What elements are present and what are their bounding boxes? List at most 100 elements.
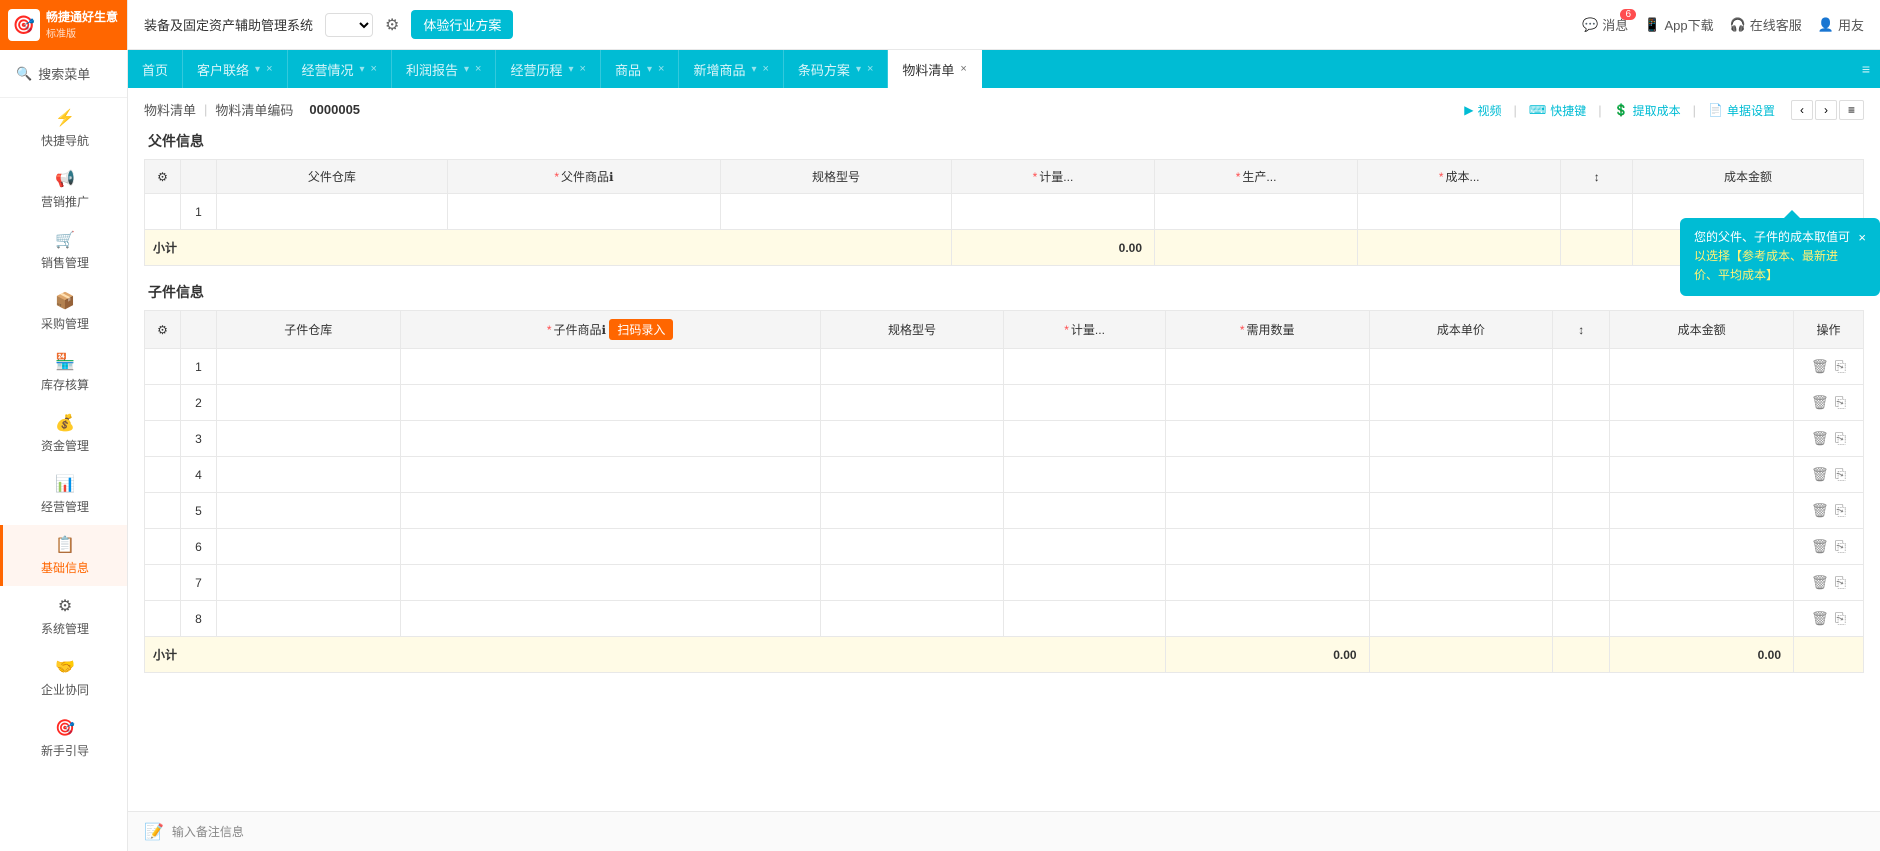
child-row-gear <box>145 493 181 529</box>
tab-barcode[interactable]: 条码方案 ▾ × <box>784 50 888 88</box>
delete-icon[interactable]: 🗑 <box>1811 574 1829 591</box>
sidebar-item-guide[interactable]: 🎯 新手引导 <box>0 708 127 769</box>
copy-icon[interactable]: ⎘ <box>1835 610 1846 627</box>
copy-icon[interactable]: ⎘ <box>1835 574 1846 591</box>
child-row-qty[interactable] <box>1165 349 1369 385</box>
parent-row-warehouse[interactable] <box>217 194 448 230</box>
tab-goods[interactable]: 商品 ▾ × <box>601 50 679 88</box>
tab-customer[interactable]: 客户联络 ▾ × <box>183 50 287 88</box>
delete-icon[interactable]: 🗑 <box>1811 358 1829 375</box>
tooltip-close-button[interactable]: × <box>1858 228 1866 249</box>
sidebar-item-operations[interactable]: 📊 经营管理 <box>0 464 127 525</box>
copy-icon[interactable]: ⎘ <box>1835 358 1846 375</box>
copy-icon[interactable]: ⎘ <box>1835 466 1846 483</box>
tab-close-icon[interactable]: × <box>475 63 481 75</box>
tab-operations[interactable]: 经营情况 ▾ × <box>288 50 392 88</box>
gear-icon[interactable]: ⚙ <box>385 15 399 35</box>
delete-icon[interactable]: 🗑 <box>1811 466 1829 483</box>
parent-th-produce: *生产... <box>1155 160 1358 194</box>
copy-icon[interactable]: ⎘ <box>1835 538 1846 555</box>
tab-close-icon[interactable]: × <box>266 63 272 75</box>
child-row-unit[interactable] <box>1004 349 1166 385</box>
setting-action[interactable]: 📄 单据设置 <box>1708 102 1775 119</box>
delete-icon[interactable]: 🗑 <box>1811 430 1829 447</box>
parent-row-produce[interactable] <box>1155 194 1358 230</box>
child-row-spec[interactable] <box>820 349 1004 385</box>
trial-button[interactable]: 体验行业方案 <box>411 10 513 39</box>
search-menu-button[interactable]: 🔍 搜索菜单 <box>8 58 119 89</box>
child-row-unit-cost[interactable] <box>1369 349 1553 385</box>
child-row-warehouse[interactable] <box>217 349 401 385</box>
copy-icon[interactable]: ⎘ <box>1835 394 1846 411</box>
parent-th-goods: *父件商品ℹ <box>447 160 720 194</box>
child-row-warehouse[interactable] <box>217 385 401 421</box>
shortcut-action[interactable]: ⌨ 快捷键 <box>1529 102 1586 119</box>
purchase-icon: 📦 <box>55 291 75 311</box>
parent-th-gear[interactable]: ⚙ <box>145 160 181 194</box>
child-row-unit[interactable] <box>1004 385 1166 421</box>
sidebar-item-system[interactable]: ⚙ 系统管理 <box>0 586 127 647</box>
nav-prev-button[interactable]: ‹ <box>1791 100 1813 120</box>
parent-row-spec[interactable] <box>721 194 952 230</box>
copy-icon[interactable]: ⎘ <box>1835 502 1846 519</box>
app-download-label: App下载 <box>1664 15 1713 34</box>
child-row-unit-cost[interactable] <box>1369 385 1553 421</box>
scan-input-button[interactable]: 扫码录入 <box>609 319 673 340</box>
copy-icon[interactable]: ⎘ <box>1835 430 1846 447</box>
sidebar-item-quick-nav[interactable]: ⚡ 快捷导航 <box>0 98 127 159</box>
online-service-button[interactable]: 🎧 在线客服 <box>1730 15 1802 34</box>
parent-row-cost[interactable] <box>1358 194 1561 230</box>
inventory-icon: 🏪 <box>55 352 75 372</box>
delete-icon[interactable]: 🗑 <box>1811 610 1829 627</box>
tab-home[interactable]: 首页 <box>128 50 183 88</box>
table-row: 5 🗑⎘ <box>145 493 1864 529</box>
tab-close-icon[interactable]: × <box>658 63 664 75</box>
sidebar-item-marketing[interactable]: 📢 营销推广 <box>0 159 127 220</box>
tab-new-goods[interactable]: 新增商品 ▾ × <box>679 50 783 88</box>
system-select[interactable] <box>325 13 373 37</box>
close-all-tabs-button[interactable]: ≡ <box>1852 50 1880 88</box>
parent-row-goods[interactable] <box>447 194 720 230</box>
tab-history[interactable]: 经营历程 ▾ × <box>496 50 600 88</box>
tab-close-icon[interactable]: × <box>580 63 586 75</box>
phone-icon: 📱 <box>1644 17 1660 33</box>
child-row-spec[interactable] <box>820 385 1004 421</box>
breadcrumb-doc-code: 0000005 <box>309 102 360 117</box>
sidebar-item-inventory[interactable]: 🏪 库存核算 <box>0 342 127 403</box>
message-button[interactable]: 💬 消息 6 <box>1582 15 1628 34</box>
delete-icon[interactable]: 🗑 <box>1811 394 1829 411</box>
table-row: 7 🗑⎘ <box>145 565 1864 601</box>
delete-icon[interactable]: 🗑 <box>1811 538 1829 555</box>
sidebar-item-finance[interactable]: 💰 资金管理 <box>0 403 127 464</box>
sidebar-item-sales[interactable]: 🛒 销售管理 <box>0 220 127 281</box>
sidebar-item-collab[interactable]: 🤝 企业协同 <box>0 647 127 708</box>
nav-next-button[interactable]: › <box>1815 100 1837 120</box>
sidebar-label: 销售管理 <box>41 254 89 271</box>
sidebar-label: 营销推广 <box>41 193 89 210</box>
parent-th-spec: 规格型号 <box>721 160 952 194</box>
child-th-action: 操作 <box>1794 311 1864 349</box>
tab-profit[interactable]: 利润报告 ▾ × <box>392 50 496 88</box>
tab-close-icon[interactable]: × <box>867 63 873 75</box>
delete-icon[interactable]: 🗑 <box>1811 502 1829 519</box>
nav-list-button[interactable]: ≡ <box>1839 100 1864 120</box>
app-download-button[interactable]: 📱 App下载 <box>1644 15 1713 34</box>
child-row-goods[interactable] <box>400 349 820 385</box>
tab-close-icon[interactable]: × <box>762 63 768 75</box>
sidebar-item-purchase[interactable]: 📦 采购管理 <box>0 281 127 342</box>
user-menu-button[interactable]: 👤 用友 <box>1818 15 1864 34</box>
parent-subtotal-empty3 <box>1561 230 1633 266</box>
tabs-bar: 首页 客户联络 ▾ × 经营情况 ▾ × 利润报告 ▾ × 经营历程 ▾ × 商… <box>128 50 1880 88</box>
tab-bom[interactable]: 物料清单 × <box>888 50 981 88</box>
cost-action[interactable]: 💲 提取成本 <box>1614 102 1681 119</box>
child-th-sort: ↕ <box>1553 311 1610 349</box>
child-th-gear[interactable]: ⚙ <box>145 311 181 349</box>
tab-close-icon[interactable]: × <box>960 63 966 75</box>
video-action[interactable]: ▶ 视频 <box>1464 102 1501 119</box>
parent-subtotal-empty2 <box>1358 230 1561 266</box>
tab-close-icon[interactable]: × <box>371 63 377 75</box>
child-row-goods[interactable] <box>400 385 820 421</box>
parent-row-unit[interactable] <box>951 194 1154 230</box>
sidebar-item-basics[interactable]: 📋 基础信息 <box>0 525 127 586</box>
child-row-qty[interactable] <box>1165 385 1369 421</box>
